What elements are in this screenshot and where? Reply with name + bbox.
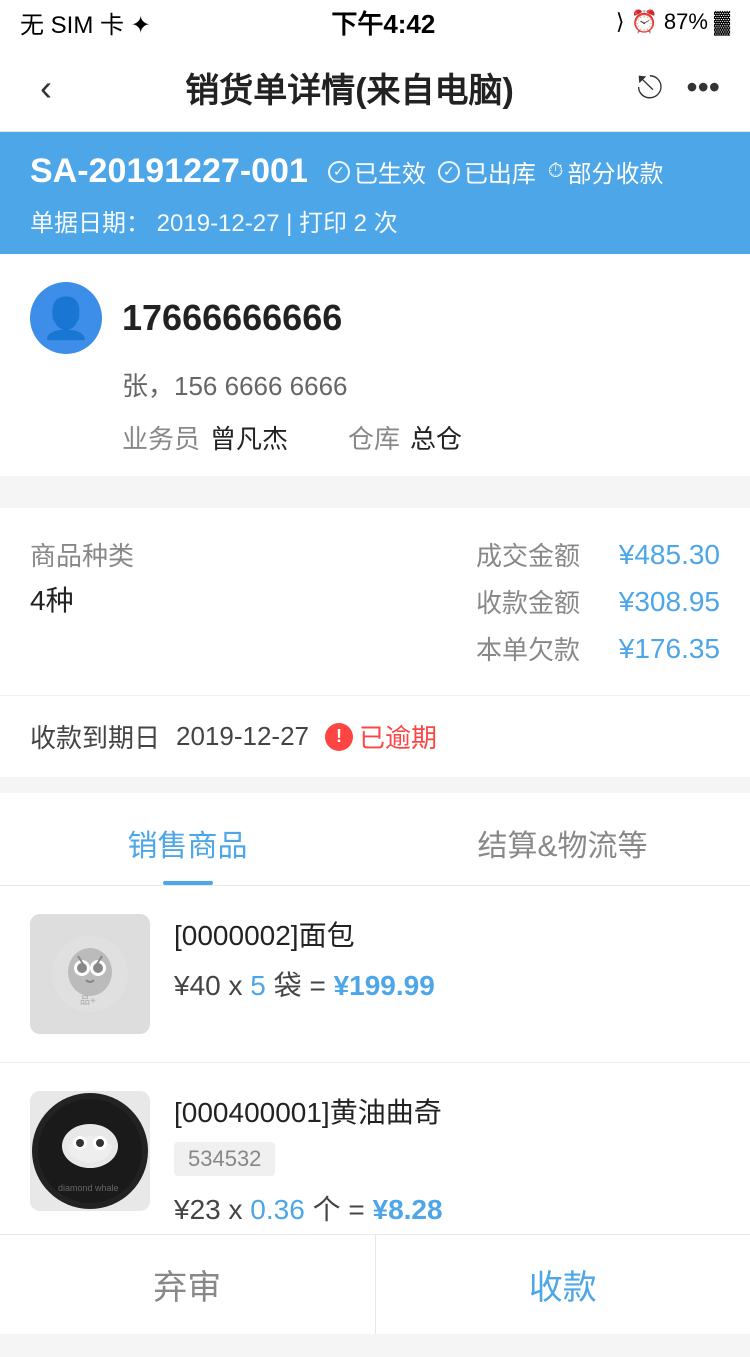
customer-row: 👤 17666666666: [30, 282, 720, 354]
order-id: SA-20191227-001: [30, 152, 308, 191]
warehouse-meta: 仓库 总仓: [348, 419, 462, 456]
location-icon: ⟩: [616, 9, 625, 35]
product-thumb-2: diamond whale: [30, 1091, 150, 1211]
product-info-2: [000400001]黄油曲奇 534532 ¥23 x 0.36 个 = ¥8…: [174, 1091, 720, 1228]
status-time: 下午4:42: [331, 4, 435, 41]
product-item: 品+ [0000002]面包 ¥40 x 5 袋 = ¥199.99: [0, 886, 750, 1063]
cancel-review-button[interactable]: 弃审: [0, 1235, 376, 1334]
deal-row: 成交金额 ¥485.30: [476, 536, 720, 573]
product-image-2: diamond whale: [30, 1091, 150, 1211]
status-bar: 无 SIM 卡 ✦ 下午4:42 ⟩ ⏰ 87% ▓: [0, 0, 750, 44]
battery-icon: ▓: [714, 9, 730, 35]
product-thumb-1: 品+: [30, 914, 150, 1034]
order-date: 单据日期： 2019-12-27 | 打印 2 次: [30, 203, 720, 238]
tabs-row: 销售商品 结算&物流等: [0, 793, 750, 886]
product-name-1: [0000002]面包: [174, 914, 720, 954]
product-info-1: [0000002]面包 ¥40 x 5 袋 = ¥199.99: [174, 914, 720, 1004]
status-effective: ✓ 已生效: [328, 154, 426, 189]
product-price-1: ¥40 x 5 袋 = ¥199.99: [174, 964, 720, 1004]
more-icon[interactable]: •••: [686, 69, 720, 106]
product-qty-1: 5: [250, 970, 266, 1001]
status-left: 无 SIM 卡 ✦: [20, 5, 151, 40]
status-delivered: ✓ 已出库: [438, 154, 536, 189]
due-row: 本单欠款 ¥176.35: [476, 630, 720, 667]
overdue-icon: !: [325, 723, 353, 751]
nav-actions: ⎋ •••: [637, 69, 720, 107]
customer-sub-name: 张，156 6666 6666: [30, 366, 720, 403]
due-value: ¥176.35: [600, 633, 720, 665]
deal-value: ¥485.30: [600, 539, 720, 571]
clock-icon: ⏱: [548, 160, 564, 183]
user-icon: 👤: [41, 295, 91, 342]
status-tags: ✓ 已生效 ✓ 已出库 ⏱ 部分收款: [328, 154, 664, 189]
customer-section: 👤 17666666666 张，156 6666 6666 业务员 曾凡杰 仓库…: [0, 254, 750, 476]
receipt-label: 收款金额: [476, 583, 580, 620]
warehouse-value: 总仓: [410, 419, 462, 456]
overdue-text: 已逾期: [359, 718, 437, 755]
check-icon-effective: ✓: [328, 161, 350, 183]
product-qty-2: 0.36: [250, 1194, 305, 1225]
battery-level: 87%: [664, 9, 708, 35]
order-header-banner: SA-20191227-001 ✓ 已生效 ✓ 已出库 ⏱ 部分收款 单据日期：…: [0, 132, 750, 254]
alarm-icon: ⏰: [630, 9, 657, 35]
product-list: 品+ [0000002]面包 ¥40 x 5 袋 = ¥199.99: [0, 886, 750, 1257]
product-total-1: ¥199.99: [334, 970, 435, 1001]
product-item-2: diamond whale [000400001]黄油曲奇 534532 ¥23…: [0, 1063, 750, 1257]
nav-bar: ‹ 销货单详情(来自电脑) ⎋ •••: [0, 44, 750, 132]
tab-sales-products[interactable]: 销售商品: [0, 793, 375, 885]
divider-1: [0, 492, 750, 508]
due-date-section: 收款到期日 2019-12-27 ! 已逾期: [0, 695, 750, 777]
owl-icon: 品+: [50, 934, 130, 1014]
back-button[interactable]: ‹: [30, 57, 62, 119]
thumb-placeholder-1: 品+: [30, 914, 150, 1034]
warehouse-label: 仓库: [348, 419, 400, 456]
check-icon-delivered: ✓: [438, 161, 460, 183]
tab-settlement[interactable]: 结算&物流等: [375, 793, 750, 885]
avatar: 👤: [30, 282, 102, 354]
svg-text:品+: 品+: [80, 995, 96, 1007]
salesman-value: 曾凡杰: [210, 419, 288, 456]
collect-payment-button[interactable]: 收款: [376, 1235, 750, 1334]
status-payment: ⏱ 部分收款: [548, 154, 664, 189]
stats-right: 成交金额 ¥485.30 收款金额 ¥308.95 本单欠款 ¥176.35: [476, 536, 720, 667]
svg-text:diamond whale: diamond whale: [58, 1183, 119, 1193]
type-count: 4种: [30, 579, 134, 619]
page-title: 销货单详情(来自电脑): [185, 63, 514, 112]
sim-status: 无 SIM 卡 ✦: [20, 5, 151, 40]
tabs-section: 销售商品 结算&物流等: [0, 793, 750, 1257]
product-sku-2: 534532: [174, 1142, 275, 1176]
receipt-value: ¥308.95: [600, 586, 720, 618]
customer-id: 17666666666: [122, 297, 342, 339]
status-right: ⟩ ⏰ 87% ▓: [616, 9, 730, 35]
customer-meta: 业务员 曾凡杰 仓库 总仓: [30, 419, 720, 456]
product-total-2: ¥8.28: [373, 1194, 443, 1225]
stats-left: 商品种类 4种: [30, 536, 134, 619]
product-price-2: ¥23 x 0.36 个 = ¥8.28: [174, 1188, 720, 1228]
type-label: 商品种类: [30, 536, 134, 573]
salesman-label: 业务员: [122, 419, 200, 456]
due-label: 本单欠款: [476, 630, 580, 667]
deal-label: 成交金额: [476, 536, 580, 573]
bottom-bar: 弃审 收款: [0, 1234, 750, 1334]
receipt-row: 收款金额 ¥308.95: [476, 583, 720, 620]
overdue-badge: ! 已逾期: [325, 718, 437, 755]
product-name-2: [000400001]黄油曲奇: [174, 1091, 720, 1131]
salesman-meta: 业务员 曾凡杰: [122, 419, 288, 456]
share-icon[interactable]: ⎋: [637, 69, 662, 107]
stats-section: 商品种类 4种 成交金额 ¥485.30 收款金额 ¥308.95 本单欠款 ¥…: [0, 508, 750, 695]
due-date-label: 收款到期日: [30, 718, 160, 755]
due-date-value: 2019-12-27: [176, 721, 309, 752]
